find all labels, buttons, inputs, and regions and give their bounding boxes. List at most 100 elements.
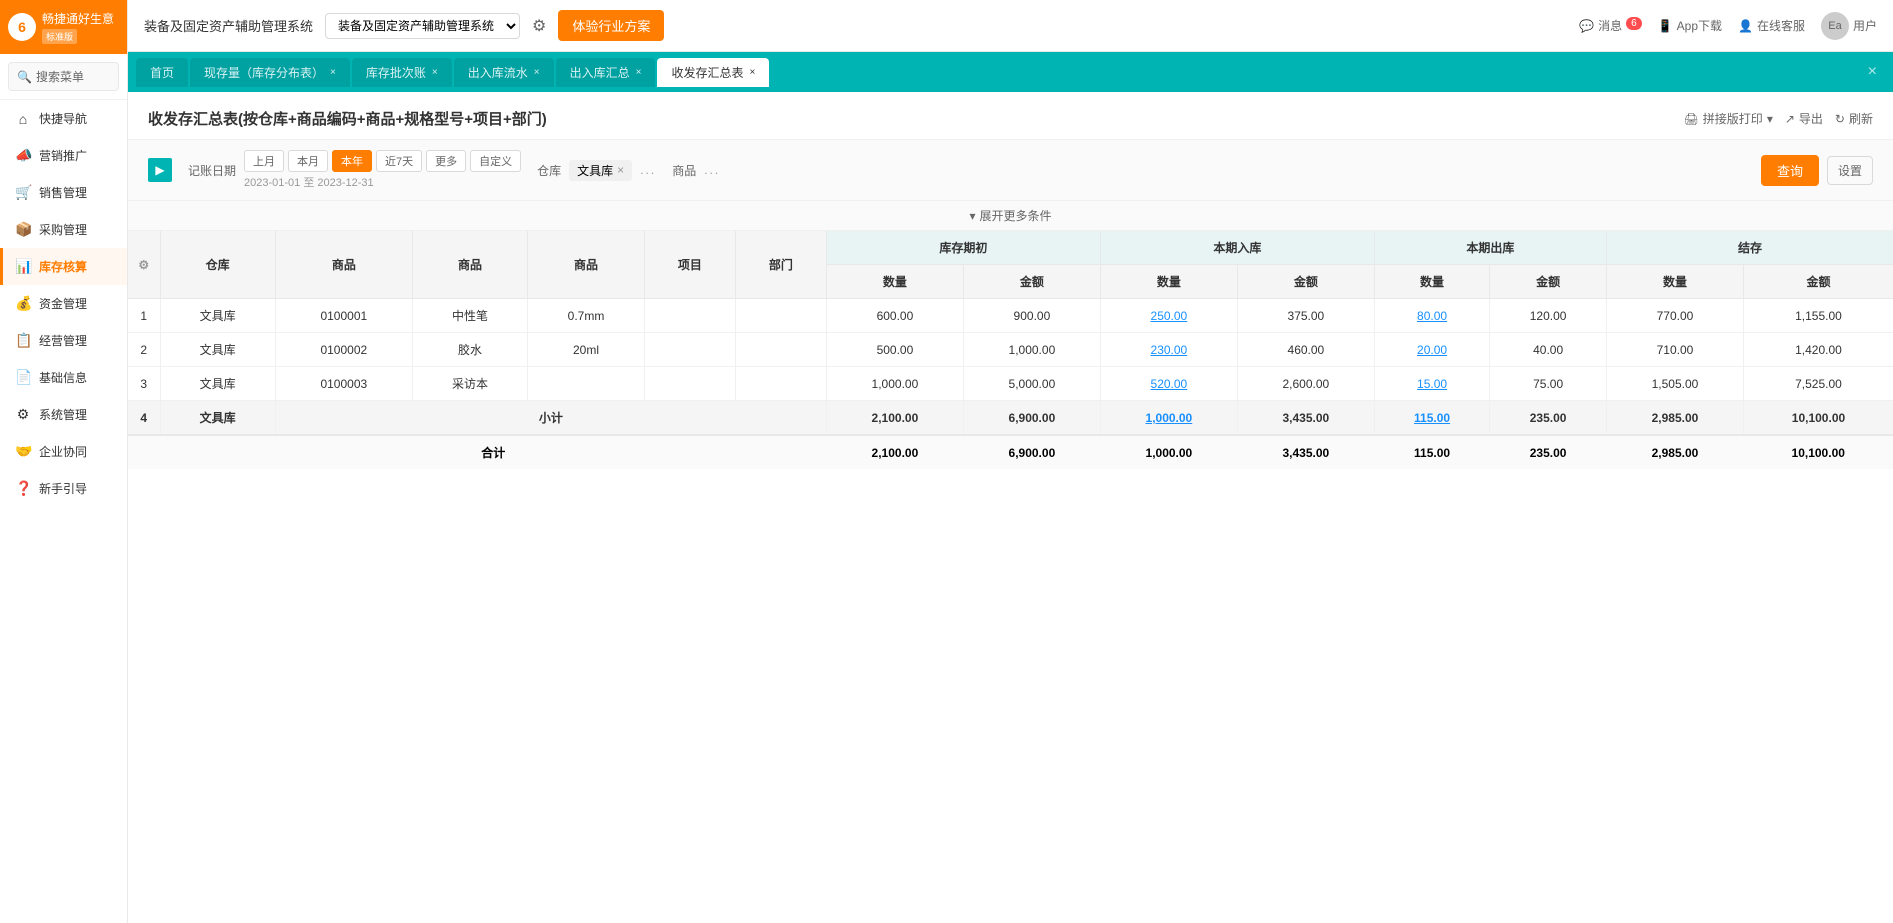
online-service-action[interactable]: 👤 在线客服 [1738,17,1805,34]
row1-code: 0100001 [275,299,412,333]
row1-in-qty-link[interactable]: 250.00 [1151,309,1188,323]
sidebar-item-label: 采购管理 [39,221,87,238]
col-open-qty-header: 数量 [826,265,963,299]
row1-in-qty[interactable]: 250.00 [1100,299,1237,333]
row1-warehouse: 文具库 [160,299,275,333]
settings-icon-button[interactable]: ⚙ [532,16,546,36]
page-content: 收发存汇总表(按仓库+商品编码+商品+规格型号+项目+部门) 🖨 拼接版打印 ▾… [128,92,1893,923]
tab-recv-send-summary-label: 收发存汇总表 [671,64,743,81]
row1-out-amt: 120.00 [1490,299,1607,333]
tab-close-icon[interactable]: × [330,67,336,78]
sidebar-item-purchase[interactable]: 📦 采购管理 [0,211,127,248]
row3-in-qty[interactable]: 520.00 [1100,367,1237,401]
subtotal-out-qty-link[interactable]: 115.00 [1414,411,1450,425]
tab-close-icon[interactable]: × [636,67,642,78]
online-service-label: 在线客服 [1757,17,1805,34]
warehouse-tag-text: 文具库 [577,162,613,179]
col-settings-header[interactable]: ⚙ [128,231,160,299]
row2-out-amt: 40.00 [1490,333,1607,367]
tab-in-out-flow[interactable]: 出入库流水 × [454,58,554,87]
subtotal-out-qty[interactable]: 115.00 [1374,401,1489,436]
tab-close-icon[interactable]: × [534,67,540,78]
sidebar-item-operations[interactable]: 📋 经营管理 [0,322,127,359]
row1-out-qty[interactable]: 80.00 [1374,299,1489,333]
col-opening-header: 库存期初 [826,231,1100,265]
tab-recv-send-summary[interactable]: 收发存汇总表 × [657,58,769,87]
sidebar-item-basic[interactable]: 📄 基础信息 [0,359,127,396]
row2-warehouse: 文具库 [160,333,275,367]
sidebar-item-sales[interactable]: 🛒 销售管理 [0,174,127,211]
query-button[interactable]: 查询 [1761,155,1819,186]
tab-in-out-summary[interactable]: 出入库汇总 × [556,58,656,87]
this-year-button[interactable]: 本年 [332,150,372,172]
row2-out-qty-link[interactable]: 20.00 [1417,343,1447,357]
logo-icon: 6 [8,13,36,41]
subtotal-open-qty: 2,100.00 [826,401,963,436]
row3-out-qty-link[interactable]: 15.00 [1417,377,1447,391]
warehouse-more-dots[interactable]: ... [640,163,656,177]
row3-warehouse: 文具库 [160,367,275,401]
page-header: 收发存汇总表(按仓库+商品编码+商品+规格型号+项目+部门) 🖨 拼接版打印 ▾… [128,92,1893,140]
row3-in-qty-link[interactable]: 520.00 [1151,377,1188,391]
filter-settings-button[interactable]: 设置 [1827,156,1873,185]
sidebar-item-finance[interactable]: 💰 资金管理 [0,285,127,322]
last-month-button[interactable]: 上月 [244,150,284,172]
tab-inventory-dist[interactable]: 现存量（库存分布表） × [190,58,350,87]
search-menu-button[interactable]: 🔍 搜索菜单 [8,62,119,91]
trial-button[interactable]: 体验行业方案 [558,10,664,41]
sidebar-item-inventory[interactable]: 📊 库存核算 [0,248,127,285]
user-action[interactable]: Ea 用户 [1821,12,1877,40]
guide-icon: ❓ [15,480,31,497]
system-select[interactable]: 装备及固定资产辅助管理系统 [325,13,520,39]
warehouse-tag-close[interactable]: × [617,163,624,177]
row2-in-qty[interactable]: 230.00 [1100,333,1237,367]
search-menu-label: 搜索菜单 [36,68,84,85]
header-right: 💬 消息 6 📱 App下载 👤 在线客服 Ea 用户 [1579,12,1877,40]
message-action[interactable]: 💬 消息 6 [1579,17,1642,34]
sidebar-item-system[interactable]: ⚙ 系统管理 [0,396,127,433]
close-all-tabs-button[interactable]: × [1860,63,1885,81]
table-settings-icon[interactable]: ⚙ [138,258,149,272]
export-button[interactable]: ↗ 导出 [1785,110,1823,127]
table-container: ⚙ 仓库 商品 商品 商品 项目 部门 库存期初 本期入库 本期出库 结存 [128,231,1893,469]
message-icon: 💬 [1579,19,1594,33]
refresh-button[interactable]: ↻ 刷新 [1835,110,1873,127]
row2-in-qty-link[interactable]: 230.00 [1151,343,1188,357]
expand-more-bar: ▾ 展开更多条件 [128,201,1893,231]
this-month-button[interactable]: 本月 [288,150,328,172]
subtotal-in-qty-link[interactable]: 1,000.00 [1146,411,1193,425]
sidebar-item-quick-nav[interactable]: ⌂ 快捷导航 [0,100,127,137]
sidebar-item-guide[interactable]: ❓ 新手引导 [0,470,127,507]
expand-more-button[interactable]: ▾ 展开更多条件 [969,207,1051,224]
more-button[interactable]: 更多 [426,150,466,172]
row3-dept [735,367,826,401]
tab-batch[interactable]: 库存批次账 × [352,58,452,87]
tab-home[interactable]: 首页 [136,58,188,87]
sidebar-item-label: 资金管理 [39,295,87,312]
sidebar-nav: ⌂ 快捷导航 📣 营销推广 🛒 销售管理 📦 采购管理 📊 库存核算 💰 资金管… [0,100,127,923]
tab-close-icon[interactable]: × [432,67,438,78]
tab-batch-label: 库存批次账 [366,64,426,81]
row1-in-amt: 375.00 [1237,299,1374,333]
row3-no: 3 [128,367,160,401]
row1-out-qty-link[interactable]: 80.00 [1417,309,1447,323]
row2-open-amt: 1,000.00 [963,333,1100,367]
filter-toggle-button[interactable]: ▶ [148,158,172,182]
tab-close-icon[interactable]: × [749,67,755,78]
tab-bar: 首页 现存量（库存分布表） × 库存批次账 × 出入库流水 × 出入库汇总 × … [128,52,1893,92]
col-code-header: 商品 [275,231,412,299]
custom-button[interactable]: 自定义 [470,150,521,172]
col-close-amt-header: 金额 [1743,265,1893,299]
row2-out-qty[interactable]: 20.00 [1374,333,1489,367]
print-button[interactable]: 🖨 拼接版打印 ▾ [1684,110,1773,127]
subtotal-row: 4 文具库 小计 2,100.00 6,900.00 1,000.00 3,43… [128,401,1893,436]
service-icon: 👤 [1738,19,1753,33]
last-7-days-button[interactable]: 近7天 [376,150,422,172]
sidebar-item-marketing[interactable]: 📣 营销推广 [0,137,127,174]
goods-more-dots[interactable]: ... [704,163,720,177]
row3-out-qty[interactable]: 15.00 [1374,367,1489,401]
top-header: 装备及固定资产辅助管理系统 装备及固定资产辅助管理系统 ⚙ 体验行业方案 💬 消… [128,0,1893,52]
app-download-action[interactable]: 📱 App下载 [1658,17,1722,34]
subtotal-in-qty[interactable]: 1,000.00 [1100,401,1237,436]
sidebar-item-collab[interactable]: 🤝 企业协同 [0,433,127,470]
